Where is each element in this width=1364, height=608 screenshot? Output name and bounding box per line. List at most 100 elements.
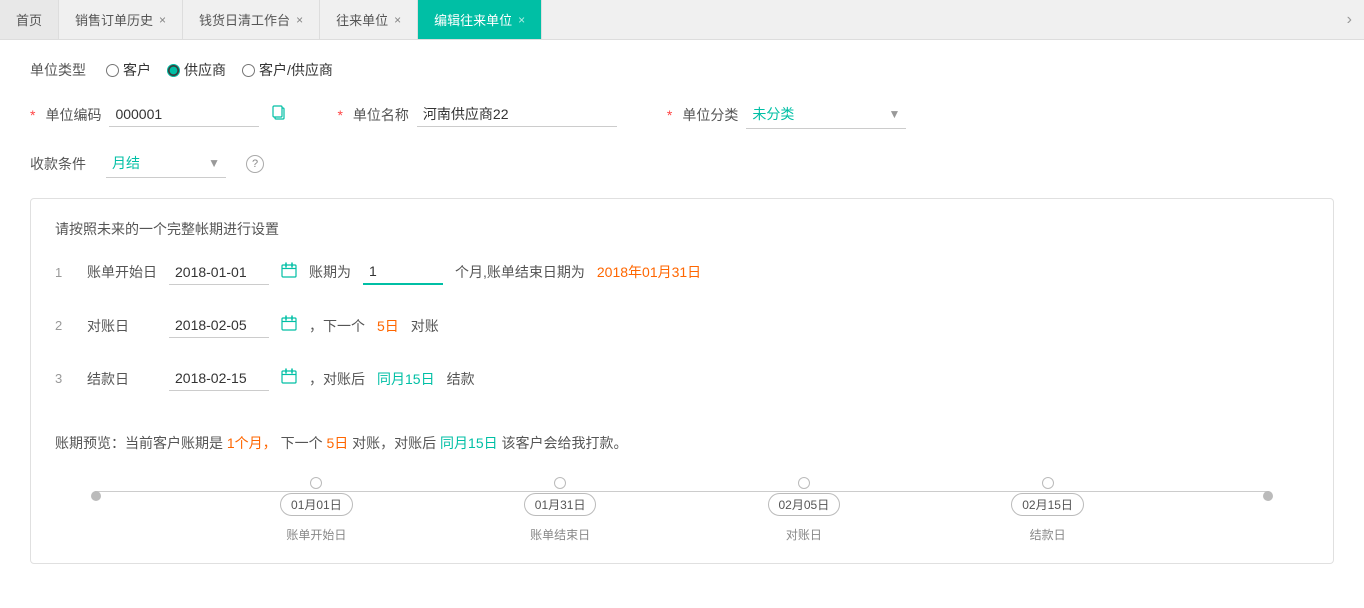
timeline: 01月01日 账单开始日 01月31日 账单结束日 02月05日 对账日 bbox=[55, 477, 1309, 543]
preview-prefix: 账期预览：当前客户账期是 bbox=[55, 435, 223, 451]
unit-category-arrow-icon: ▼ bbox=[888, 107, 900, 121]
row-2-calendar-icon[interactable] bbox=[281, 315, 297, 336]
unit-category-star: * bbox=[667, 107, 672, 123]
timeline-label-4: 02月15日 bbox=[1011, 493, 1084, 516]
unit-code-group: * 单位编码 bbox=[30, 102, 287, 127]
timeline-sublabel-3: 对账日 bbox=[786, 526, 822, 543]
timeline-point-3: 02月05日 对账日 bbox=[768, 477, 841, 543]
panel-box: 请按照未来的一个完整帐期进行设置 1 账单开始日 账期为 个月,账单结束日期为 … bbox=[30, 198, 1334, 564]
tab-partner[interactable]: 往来单位 × bbox=[320, 0, 418, 39]
timeline-point-1: 01月01日 账单开始日 bbox=[280, 477, 353, 543]
preview-section: 账期预览：当前客户账期是 1个月， 下一个 5日 对账，对账后 同月15日 该客… bbox=[55, 419, 1309, 543]
row-1-num: 1 bbox=[55, 265, 75, 280]
radio-both-label: 客户/供应商 bbox=[259, 60, 333, 80]
unit-category-value: 未分类 bbox=[752, 104, 882, 124]
timeline-sublabel-2: 账单结束日 bbox=[530, 526, 590, 543]
row-1-period-unit: 个月,账单结束日期为 bbox=[455, 262, 585, 282]
timeline-dot-4 bbox=[1042, 477, 1054, 489]
unit-category-label: 单位分类 bbox=[682, 105, 738, 125]
preview-highlight1: 1个月， bbox=[227, 435, 277, 451]
row-2-desc-suffix: 对账 bbox=[411, 316, 439, 336]
timeline-label-3: 02月05日 bbox=[768, 493, 841, 516]
timeline-point-2: 01月31日 账单结束日 bbox=[524, 477, 597, 543]
radio-supplier-label: 供应商 bbox=[184, 60, 226, 80]
tab-cashflow-label: 钱货日清工作台 bbox=[199, 10, 290, 29]
row-3-num: 3 bbox=[55, 371, 75, 386]
unit-name-input[interactable] bbox=[417, 102, 617, 127]
payment-terms-row: 收款条件 月结 ▼ ? bbox=[30, 149, 1334, 178]
radio-customer[interactable]: 客户 bbox=[106, 60, 151, 80]
timeline-sublabel-1: 账单开始日 bbox=[286, 526, 346, 543]
tab-edit-partner-label: 编辑往来单位 bbox=[434, 10, 512, 29]
radio-supplier[interactable]: 供应商 bbox=[167, 60, 226, 80]
row-3-date-input[interactable] bbox=[169, 366, 269, 391]
timeline-dot-1 bbox=[310, 477, 322, 489]
tab-edit-partner[interactable]: 编辑往来单位 × bbox=[418, 0, 542, 39]
tab-bar-more[interactable]: › bbox=[1335, 11, 1364, 29]
preview-text: 账期预览：当前客户账期是 1个月， 下一个 5日 对账，对账后 同月15日 该客… bbox=[55, 433, 1309, 453]
row-2-num: 2 bbox=[55, 318, 75, 333]
row-1-date-input[interactable] bbox=[169, 260, 269, 285]
unit-name-star: * bbox=[337, 107, 342, 123]
timeline-right-end bbox=[1263, 490, 1273, 501]
tab-sales-order-label: 销售订单历史 bbox=[75, 10, 153, 29]
data-row-2: 2 对账日 ，下一个 5日 对账 bbox=[55, 313, 1309, 338]
payment-terms-help-icon[interactable]: ? bbox=[246, 155, 264, 173]
data-row-3: 3 结款日 ，对账后 同月15日 结款 bbox=[55, 366, 1309, 391]
tab-partner-close[interactable]: × bbox=[394, 13, 401, 27]
radio-customer-input[interactable] bbox=[106, 64, 119, 77]
row-1-calendar-icon[interactable] bbox=[281, 262, 297, 283]
unit-type-row: 单位类型 客户 供应商 客户/供应商 bbox=[30, 60, 1334, 80]
unit-name-label: 单位名称 bbox=[353, 105, 409, 125]
timeline-point-4: 02月15日 结款日 bbox=[1011, 477, 1084, 543]
tab-home-label: 首页 bbox=[16, 10, 42, 29]
main-content: 单位类型 客户 供应商 客户/供应商 * 单位编码 bbox=[0, 40, 1364, 608]
radio-supplier-input[interactable] bbox=[167, 64, 180, 77]
row-1-mid-label: 账期为 bbox=[309, 262, 351, 282]
tab-cashflow[interactable]: 钱货日清工作台 × bbox=[183, 0, 320, 39]
preview-highlight2: 5日 bbox=[326, 435, 348, 451]
payment-terms-select[interactable]: 月结 ▼ bbox=[106, 149, 226, 178]
unit-code-label: 单位编码 bbox=[45, 105, 101, 125]
preview-mid1: 下一个 bbox=[281, 435, 323, 451]
unit-info-row: * 单位编码 * 单位名称 * 单位分类 未分类 ▼ bbox=[30, 100, 1334, 129]
row-2-label: 对账日 bbox=[87, 316, 157, 336]
timeline-label-2: 01月31日 bbox=[524, 493, 597, 516]
tab-sales-order-close[interactable]: × bbox=[159, 13, 166, 27]
tab-sales-order[interactable]: 销售订单历史 × bbox=[59, 0, 183, 39]
row-3-desc-highlight: 同月15日 bbox=[377, 369, 435, 389]
data-row-1: 1 账单开始日 账期为 个月,账单结束日期为 2018年01月31日 bbox=[55, 259, 1309, 285]
payment-terms-value: 月结 bbox=[112, 153, 202, 173]
preview-highlight3: 同月15日 bbox=[440, 435, 498, 451]
timeline-dot-2 bbox=[554, 477, 566, 489]
unit-name-group: * 单位名称 bbox=[337, 102, 616, 127]
timeline-sublabel-4: 结款日 bbox=[1030, 526, 1066, 543]
timeline-dot-3 bbox=[798, 477, 810, 489]
radio-group: 客户 供应商 客户/供应商 bbox=[106, 60, 333, 80]
unit-category-group: * 单位分类 未分类 ▼ bbox=[667, 100, 906, 129]
row-1-period-input[interactable] bbox=[363, 259, 443, 285]
radio-both-input[interactable] bbox=[242, 64, 255, 77]
panel-title: 请按照未来的一个完整帐期进行设置 bbox=[55, 219, 1309, 239]
unit-code-copy-icon[interactable] bbox=[271, 104, 287, 125]
timeline-points: 01月01日 账单开始日 01月31日 账单结束日 02月05日 对账日 bbox=[95, 477, 1269, 543]
tab-bar: 首页 销售订单历史 × 钱货日清工作台 × 往来单位 × 编辑往来单位 × › bbox=[0, 0, 1364, 40]
row-3-desc-suffix: 结款 bbox=[447, 369, 475, 389]
unit-category-select[interactable]: 未分类 ▼ bbox=[746, 100, 906, 129]
radio-both[interactable]: 客户/供应商 bbox=[242, 60, 333, 80]
row-2-date-input[interactable] bbox=[169, 313, 269, 338]
row-1-label: 账单开始日 bbox=[87, 262, 157, 282]
tab-partner-label: 往来单位 bbox=[336, 10, 388, 29]
tab-edit-partner-close[interactable]: × bbox=[518, 13, 525, 27]
payment-terms-label: 收款条件 bbox=[30, 154, 86, 174]
row-2-desc-prefix: ，下一个 bbox=[309, 316, 365, 336]
timeline-label-1: 01月01日 bbox=[280, 493, 353, 516]
payment-terms-arrow-icon: ▼ bbox=[208, 156, 220, 170]
row-3-desc-prefix: ，对账后 bbox=[309, 369, 365, 389]
row-1-period-end: 2018年01月31日 bbox=[597, 262, 701, 282]
row-3-calendar-icon[interactable] bbox=[281, 368, 297, 389]
tab-cashflow-close[interactable]: × bbox=[296, 13, 303, 27]
tab-home[interactable]: 首页 bbox=[0, 0, 59, 39]
unit-code-input[interactable] bbox=[109, 102, 259, 127]
preview-mid2: 对账，对账后 bbox=[352, 435, 436, 451]
